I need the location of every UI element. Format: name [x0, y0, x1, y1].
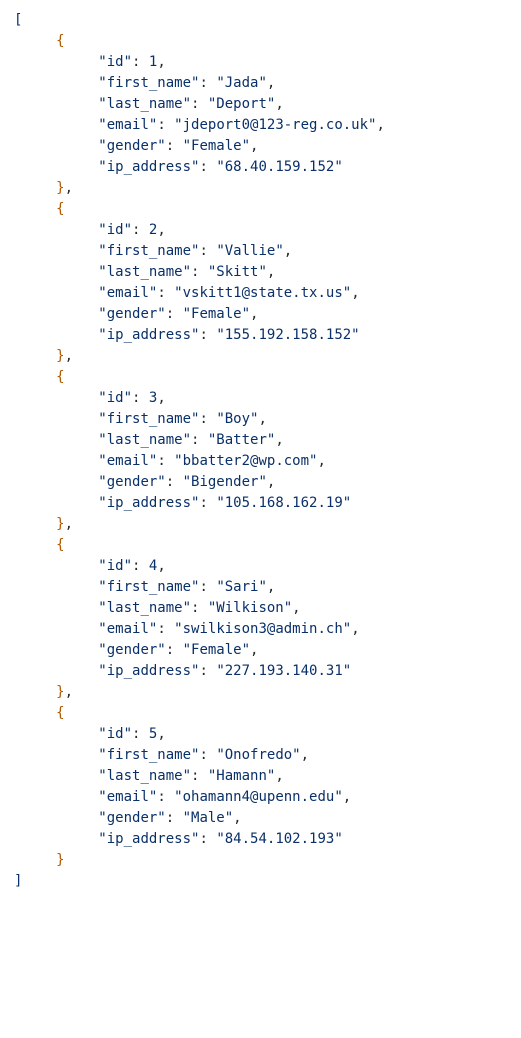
json-key-ip_address: "ip_address" — [98, 663, 199, 679]
json-key-first_name: "first_name" — [98, 579, 199, 595]
json-key-last_name: "last_name" — [98, 264, 191, 280]
json-value: "Sari" — [216, 579, 267, 595]
json-value: "Batter" — [208, 432, 275, 448]
json-key-email: "email" — [98, 117, 157, 133]
json-key-gender: "gender" — [98, 642, 165, 658]
json-value: "Female" — [183, 642, 250, 658]
array-close-bracket: ] — [14, 873, 22, 889]
object-open-brace: { — [56, 33, 64, 49]
json-key-first_name: "first_name" — [98, 411, 199, 427]
json-value: "Onofredo" — [216, 747, 300, 763]
json-key-id: "id" — [98, 54, 132, 70]
object-close-brace: } — [56, 180, 64, 196]
json-key-last_name: "last_name" — [98, 600, 191, 616]
json-key-first_name: "first_name" — [98, 243, 199, 259]
object-open-brace: { — [56, 201, 64, 217]
json-value: "68.40.159.152" — [216, 159, 342, 175]
object-close-brace: } — [56, 852, 64, 868]
object-open-brace: { — [56, 705, 64, 721]
json-key-gender: "gender" — [98, 138, 165, 154]
json-key-gender: "gender" — [98, 810, 165, 826]
json-key-last_name: "last_name" — [98, 768, 191, 784]
json-value: "Bigender" — [183, 474, 267, 490]
object-open-brace: { — [56, 537, 64, 553]
json-value: "Boy" — [216, 411, 258, 427]
json-value: "155.192.158.152" — [216, 327, 359, 343]
json-value: "vskitt1@state.tx.us" — [174, 285, 351, 301]
json-value: "bbatter2@wp.com" — [174, 453, 317, 469]
json-value: "Hamann" — [208, 768, 275, 784]
json-key-id: "id" — [98, 390, 132, 406]
array-open-bracket: [ — [14, 12, 22, 28]
json-key-ip_address: "ip_address" — [98, 327, 199, 343]
object-open-brace: { — [56, 369, 64, 385]
json-key-email: "email" — [98, 621, 157, 637]
json-value: "Jada" — [216, 75, 267, 91]
json-value: "Male" — [183, 810, 234, 826]
json-key-email: "email" — [98, 285, 157, 301]
json-value: "227.193.140.31" — [216, 663, 351, 679]
json-key-email: "email" — [98, 789, 157, 805]
json-key-email: "email" — [98, 453, 157, 469]
json-value: "105.168.162.19" — [216, 495, 351, 511]
json-value: "Deport" — [208, 96, 275, 112]
json-key-ip_address: "ip_address" — [98, 159, 199, 175]
json-key-last_name: "last_name" — [98, 96, 191, 112]
json-value: "swilkison3@admin.ch" — [174, 621, 351, 637]
json-value: "Wilkison" — [208, 600, 292, 616]
json-value: "ohamann4@upenn.edu" — [174, 789, 343, 805]
json-value: "Female" — [183, 306, 250, 322]
json-key-first_name: "first_name" — [98, 75, 199, 91]
json-value: "Vallie" — [216, 243, 283, 259]
object-close-brace: } — [56, 348, 64, 364]
json-value: "jdeport0@123-reg.co.uk" — [174, 117, 376, 133]
json-key-ip_address: "ip_address" — [98, 831, 199, 847]
json-key-gender: "gender" — [98, 474, 165, 490]
json-key-first_name: "first_name" — [98, 747, 199, 763]
json-key-id: "id" — [98, 222, 132, 238]
json-key-last_name: "last_name" — [98, 432, 191, 448]
json-code-block: [ { "id": 1, "first_name": "Jada", "last… — [14, 10, 507, 892]
json-key-ip_address: "ip_address" — [98, 495, 199, 511]
json-key-gender: "gender" — [98, 306, 165, 322]
json-value: "84.54.102.193" — [216, 831, 342, 847]
json-value: "Female" — [183, 138, 250, 154]
json-key-id: "id" — [98, 726, 132, 742]
object-close-brace: } — [56, 684, 64, 700]
json-value: "Skitt" — [208, 264, 267, 280]
object-close-brace: } — [56, 516, 64, 532]
json-key-id: "id" — [98, 558, 132, 574]
